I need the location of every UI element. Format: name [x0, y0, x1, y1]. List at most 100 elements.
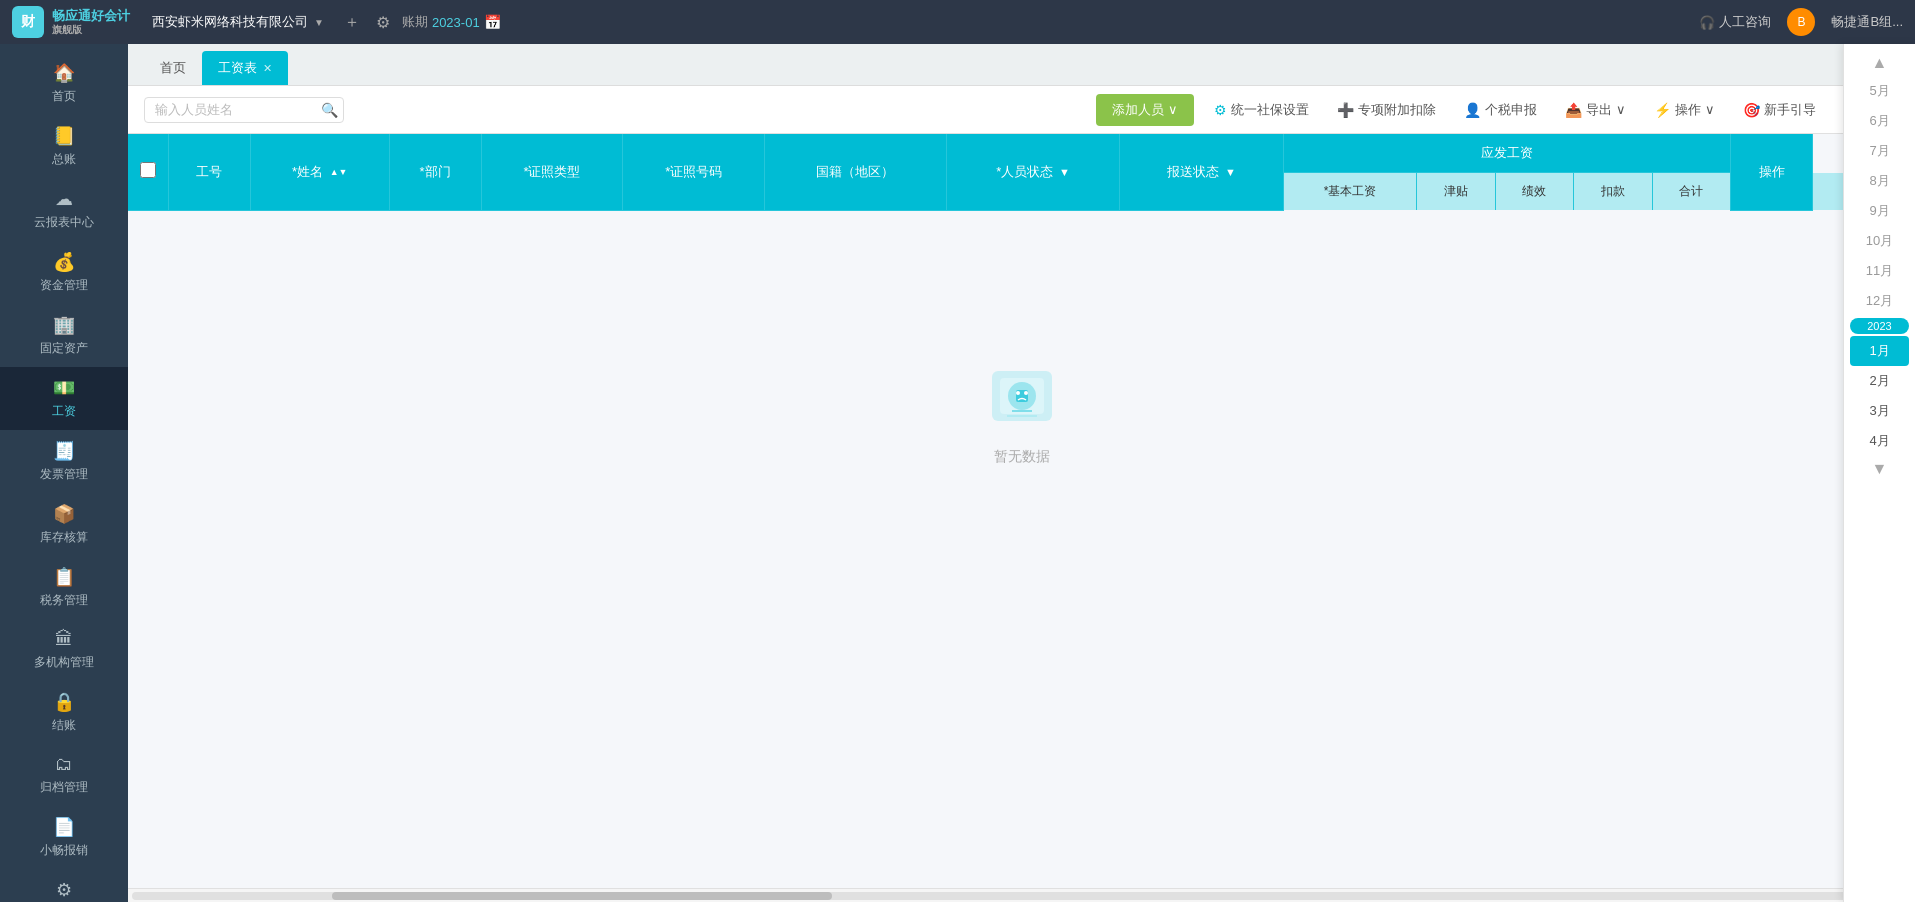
tab-salary[interactable]: 工资表 ✕ — [202, 51, 288, 85]
cal-month-2[interactable]: 2月 — [1844, 366, 1915, 396]
sidebar-item-expense[interactable]: 📄 小畅报销 — [0, 806, 128, 869]
empty-text: 暂无数据 — [994, 448, 1050, 466]
logo-sub: 旗舰版 — [52, 24, 130, 36]
cal-month-7[interactable]: 7月 — [1844, 136, 1915, 166]
scroll-thumb[interactable] — [332, 892, 832, 900]
cal-month-12[interactable]: 12月 — [1844, 286, 1915, 316]
cal-month-9[interactable]: 9月 — [1844, 196, 1915, 226]
th-report-status: 报送状态 ▼ — [1120, 134, 1284, 210]
top-right-actions: 🎧 人工咨询 B 畅捷通B组... — [1699, 8, 1903, 36]
bottom-scrollbar[interactable] — [128, 888, 1915, 902]
period-label: 账期 — [402, 13, 428, 31]
asset-icon: 🏢 — [53, 314, 75, 336]
salary-table: 工号 *姓名 ▲▼ *部门 *证照类型 *证照号码 国籍（地区） *人员状态 ▼ — [128, 134, 1915, 211]
svg-point-7 — [1024, 391, 1028, 395]
fund-icon: 💰 — [53, 251, 75, 273]
calendar-panel: ▲ 5月 6月 7月 8月 9月 10月 11月 12月 2023 1月 2月 … — [1843, 44, 1915, 902]
special-deduct-icon: ➕ — [1337, 102, 1354, 118]
export-label: 导出 — [1586, 101, 1612, 119]
personal-tax-btn[interactable]: 👤 个税申报 — [1456, 97, 1545, 123]
social-settings-btn[interactable]: ⚙ 统一社保设置 — [1206, 97, 1317, 123]
th-total: 合计 — [1652, 173, 1730, 211]
cal-month-11[interactable]: 11月 — [1844, 256, 1915, 286]
export-icon: 📤 — [1565, 102, 1582, 118]
sidebar-item-cloud-report[interactable]: ☁ 云报表中心 — [0, 178, 128, 241]
guide-toolbar-icon: 🎯 — [1743, 102, 1760, 118]
add-person-button[interactable]: 添加人员 ∨ — [1096, 94, 1194, 126]
cal-year-badge: 2023 — [1850, 318, 1909, 334]
invoice-icon: 🧾 — [53, 440, 75, 462]
report-status-filter-icon[interactable]: ▼ — [1225, 166, 1236, 178]
empty-state-icon — [982, 356, 1062, 436]
company-dropdown-arrow: ▼ — [314, 17, 324, 28]
tab-home[interactable]: 首页 — [144, 51, 202, 85]
sidebar-item-settings[interactable]: ⚙ 基础设置 — [0, 869, 128, 902]
guide-btn[interactable]: 🎯 新手引导 — [1735, 97, 1824, 123]
logo-area: 财 畅应通好会计 旗舰版 — [12, 6, 132, 38]
expense-icon: 📄 — [53, 816, 75, 838]
sidebar-item-inventory[interactable]: 📦 库存核算 — [0, 493, 128, 556]
sidebar-item-close[interactable]: 🔒 结账 — [0, 681, 128, 744]
user-avatar[interactable]: B — [1787, 8, 1815, 36]
th-name: *姓名 ▲▼ — [250, 134, 389, 210]
ledger-icon: 📒 — [53, 125, 75, 147]
sidebar-item-tax[interactable]: 📋 税务管理 — [0, 556, 128, 619]
sidebar-item-ledger[interactable]: 📒 总账 — [0, 115, 128, 178]
guide-label: 新手引导 — [1764, 101, 1816, 119]
cal-month-10[interactable]: 10月 — [1844, 226, 1915, 256]
header-actions: ＋ ⚙ — [344, 12, 390, 33]
sidebar-item-archive[interactable]: 🗂 归档管理 — [0, 744, 128, 806]
company-selector[interactable]: 西安虾米网络科技有限公司 ▼ — [152, 13, 324, 31]
cal-month-1[interactable]: 1月 — [1850, 336, 1909, 366]
sidebar-label-multi-org: 多机构管理 — [34, 654, 94, 671]
cal-nav-up[interactable]: ▲ — [1844, 50, 1915, 76]
settings-btn[interactable]: ⚙ — [376, 13, 390, 32]
add-person-label: 添加人员 — [1112, 101, 1164, 119]
special-deduct-btn[interactable]: ➕ 专项附加扣除 — [1329, 97, 1444, 123]
th-performance: 绩效 — [1495, 173, 1573, 211]
inventory-icon: 📦 — [53, 503, 75, 525]
cal-month-5[interactable]: 5月 — [1844, 76, 1915, 106]
export-btn[interactable]: 📤 导出 ∨ — [1557, 97, 1634, 123]
cal-month-8[interactable]: 8月 — [1844, 166, 1915, 196]
sidebar-item-fixed-asset[interactable]: 🏢 固定资产 — [0, 304, 128, 367]
sidebar-item-fund[interactable]: 💰 资金管理 — [0, 241, 128, 304]
sidebar-item-invoice[interactable]: 🧾 发票管理 — [0, 430, 128, 493]
person-status-filter-icon[interactable]: ▼ — [1059, 166, 1070, 178]
tab-close-icon[interactable]: ✕ — [263, 62, 272, 75]
th-dept: *部门 — [389, 134, 481, 210]
cal-nav-down[interactable]: ▼ — [1844, 456, 1915, 482]
sidebar-item-multi-org[interactable]: 🏛 多机构管理 — [0, 619, 128, 681]
sidebar-label-expense: 小畅报销 — [40, 842, 88, 859]
cal-month-6[interactable]: 6月 — [1844, 106, 1915, 136]
logo-main: 畅应通好会计 — [52, 8, 130, 24]
logo-icon: 财 — [12, 6, 44, 38]
th-id-type: *证照类型 — [481, 134, 623, 210]
cal-month-3[interactable]: 3月 — [1844, 396, 1915, 426]
sidebar-item-home[interactable]: 🏠 首页 — [0, 52, 128, 115]
cal-month-4[interactable]: 4月 — [1844, 426, 1915, 456]
operations-arrow: ∨ — [1705, 102, 1715, 117]
add-person-arrow: ∨ — [1168, 102, 1178, 117]
toolbar: 🔍 添加人员 ∨ ⚙ 统一社保设置 ➕ 专项附加扣除 👤 个税申报 📤 导出 — [128, 86, 1915, 134]
export-arrow: ∨ — [1616, 102, 1626, 117]
empty-state: 暂无数据 — [128, 211, 1915, 611]
tab-bar: 首页 工资表 ✕ — [128, 44, 1915, 86]
name-sort-icon[interactable]: ▲▼ — [330, 168, 348, 177]
period-value[interactable]: 2023-01 — [432, 15, 480, 30]
operations-btn[interactable]: ⚡ 操作 ∨ — [1646, 97, 1723, 123]
search-input[interactable] — [155, 102, 315, 117]
social-settings-icon: ⚙ — [1214, 102, 1227, 118]
sidebar-label-invoice: 发票管理 — [40, 466, 88, 483]
select-all-checkbox[interactable] — [140, 162, 156, 178]
calendar-icon[interactable]: 📅 — [484, 14, 501, 30]
headset-icon: 🎧 — [1699, 15, 1715, 30]
th-allowance: 津贴 — [1417, 173, 1495, 211]
cloud-icon: ☁ — [55, 188, 73, 210]
sidebar-item-salary[interactable]: 💵 工资 — [0, 367, 128, 430]
service-button[interactable]: 🎧 人工咨询 — [1699, 13, 1771, 31]
personal-tax-icon: 👤 — [1464, 102, 1481, 118]
scroll-track — [132, 892, 1911, 900]
th-person-status: *人员状态 ▼ — [946, 134, 1119, 210]
add-company-btn[interactable]: ＋ — [344, 12, 360, 33]
